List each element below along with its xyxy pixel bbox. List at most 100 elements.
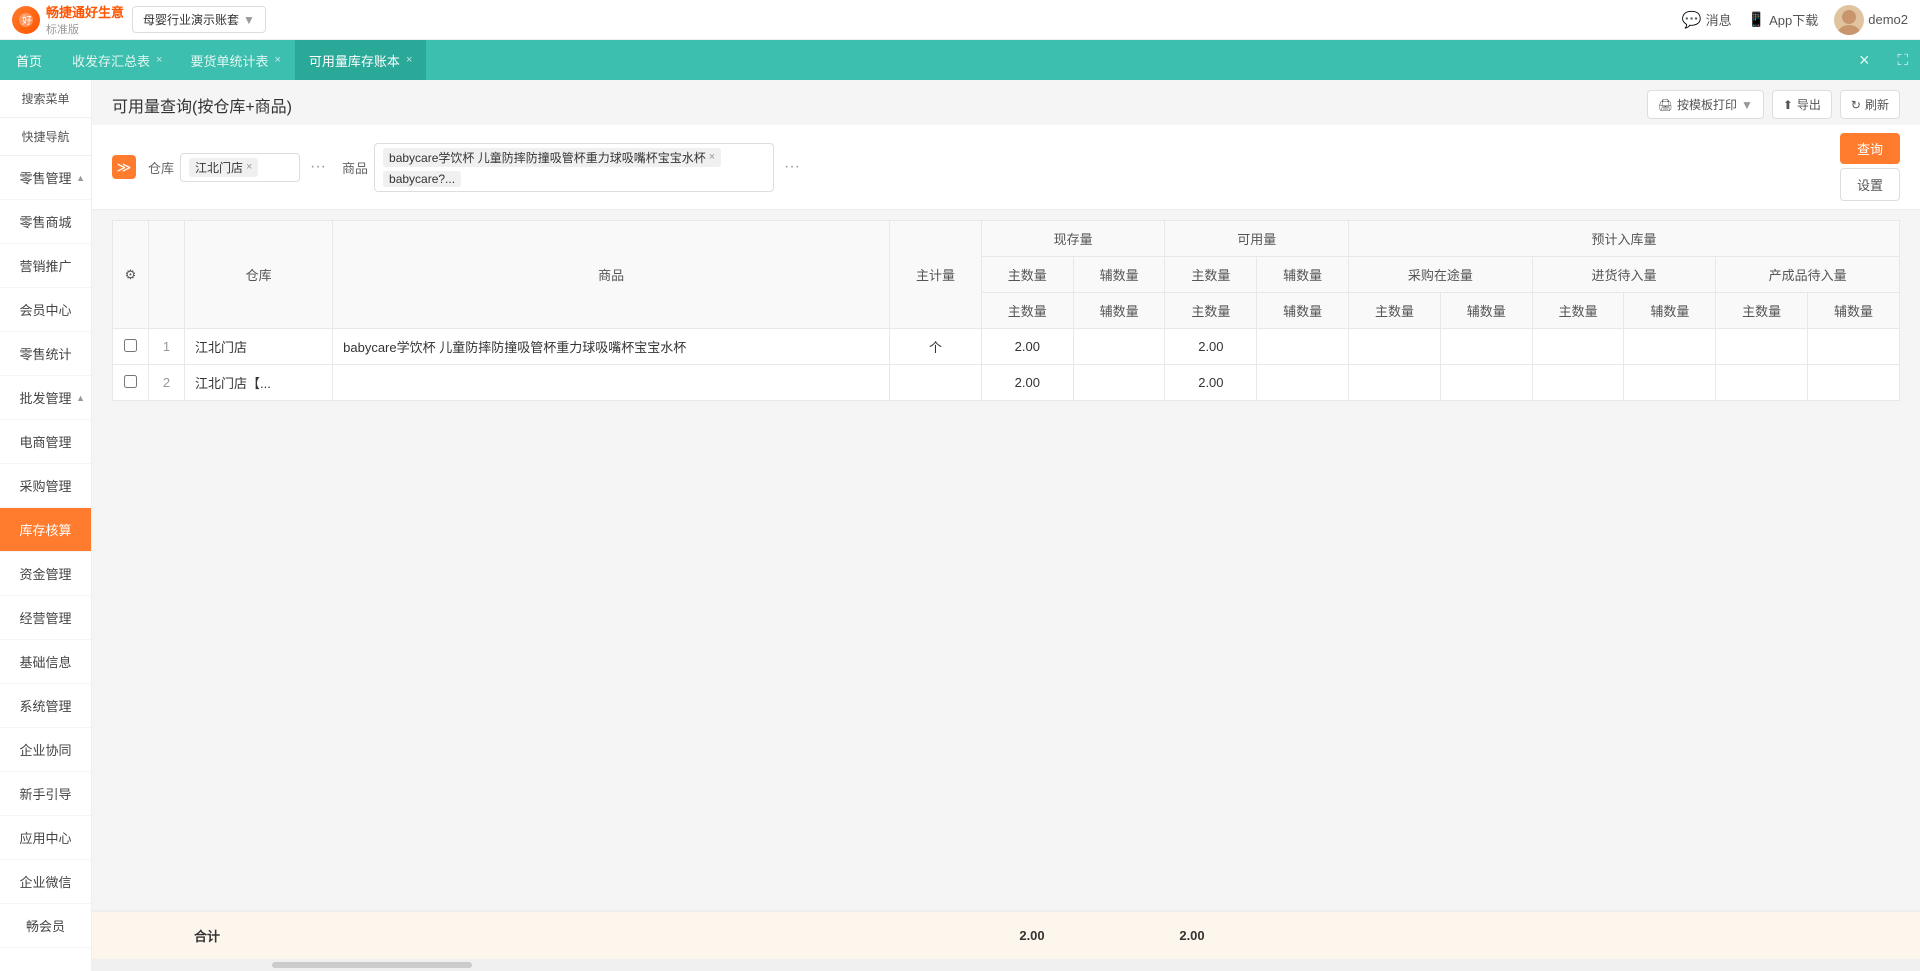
tab-keyongliang[interactable]: 可用量库存账本 × xyxy=(295,40,426,80)
export-label: 导出 xyxy=(1797,96,1821,113)
settings-filter-btn[interactable]: 设置 xyxy=(1840,168,1900,201)
print-btn[interactable]: 🖨 按模板打印 ▼ xyxy=(1647,90,1764,119)
warehouse-tag-value: 江北门店 xyxy=(195,159,243,176)
product-more[interactable]: ··· xyxy=(780,158,804,176)
sidebar-item-retail-mall[interactable]: 零售商城 xyxy=(0,200,91,244)
message-icon: 💬 xyxy=(1682,10,1702,30)
sidebar-item-newbie-label: 新手引导 xyxy=(19,787,71,802)
row1-pur-aux xyxy=(1440,329,1532,365)
sidebar-item-purchase[interactable]: 采购管理 xyxy=(0,464,91,508)
product-tags[interactable]: babycare学饮杯 儿童防摔防撞吸管杯重力球吸嘴杯宝宝水杯 × babyca… xyxy=(374,143,774,192)
row2-stock-aux xyxy=(1073,365,1165,401)
row1-checkbox[interactable] xyxy=(124,339,137,352)
table-footer: 合计 2.00 2.00 xyxy=(92,910,1920,959)
sidebar-item-system[interactable]: 系统管理 xyxy=(0,684,91,728)
filter-expand-btn[interactable]: ≫ xyxy=(112,155,136,179)
warehouse-tag: 江北门店 × xyxy=(189,158,258,177)
row2-avail-aux xyxy=(1257,365,1349,401)
industry-selector[interactable]: 母婴行业演示账套 ▼ xyxy=(132,6,266,33)
app-icon: 📱 xyxy=(1748,11,1765,28)
sidebar-quick-nav[interactable]: 快捷导航 xyxy=(0,118,91,156)
row1-fin-main xyxy=(1716,329,1808,365)
user-area[interactable]: demo2 xyxy=(1834,5,1908,35)
th-stock-aux2: 辅数量 xyxy=(1073,293,1165,329)
sidebar-item-apps[interactable]: 应用中心 xyxy=(0,816,91,860)
sidebar-item-wechat-work[interactable]: 企业微信 xyxy=(0,860,91,904)
refresh-icon: ↻ xyxy=(1851,98,1861,112)
warehouse-more[interactable]: ··· xyxy=(306,158,330,176)
sidebar-item-vip[interactable]: 畅会员 xyxy=(0,904,91,948)
top-bar-right: 💬 消息 📱 App下载 demo2 xyxy=(1682,5,1908,35)
sidebar-item-basic-info-label: 基础信息 xyxy=(19,655,71,670)
refresh-btn[interactable]: ↻ 刷新 xyxy=(1840,90,1900,119)
warehouse-tags[interactable]: 江北门店 × xyxy=(180,153,300,182)
app-download-btn[interactable]: 📱 App下载 xyxy=(1748,10,1819,29)
row1-warehouse: 江北门店 xyxy=(185,329,333,365)
product-tag-1-close[interactable]: × xyxy=(709,151,715,163)
sidebar-item-enterprise[interactable]: 企业协同 xyxy=(0,728,91,772)
sidebar-item-newbie[interactable]: 新手引导 xyxy=(0,772,91,816)
sidebar-item-retail-mgmt[interactable]: 零售管理 xyxy=(0,156,91,200)
message-label: 消息 xyxy=(1706,10,1732,29)
row2-check[interactable] xyxy=(113,365,149,401)
sidebar-item-operations-label: 经营管理 xyxy=(19,611,71,626)
row1-avail-aux xyxy=(1257,329,1349,365)
message-btn[interactable]: 💬 消息 xyxy=(1682,10,1732,30)
print-label: 按模板打印 xyxy=(1677,96,1737,113)
sidebar-search[interactable]: 搜索菜单 xyxy=(0,80,91,118)
query-btn[interactable]: 查询 xyxy=(1840,133,1900,164)
row2-avail-main: 2.00 xyxy=(1165,365,1257,401)
row1-num: 1 xyxy=(149,329,185,365)
filter-action-buttons: 查询 设置 xyxy=(1840,133,1900,201)
th-settings[interactable]: ⚙ xyxy=(113,221,149,329)
sidebar-item-finance[interactable]: 资金管理 xyxy=(0,552,91,596)
row1-stock-aux xyxy=(1073,329,1165,365)
sidebar-item-inventory-label: 库存核算 xyxy=(19,523,71,538)
sidebar: 搜索菜单 快捷导航 零售管理 零售商城 营销推广 会员中心 零售统计 批发管理 … xyxy=(0,80,92,971)
export-btn[interactable]: ⬆ 导出 xyxy=(1772,90,1832,119)
th-avail-aux: 辅数量 xyxy=(1257,257,1349,293)
sidebar-item-ecommerce[interactable]: 电商管理 xyxy=(0,420,91,464)
product-tag-2: babycare?... xyxy=(383,171,461,187)
logo-text: 畅捷通好生意 标准版 xyxy=(46,2,124,37)
horizontal-scrollbar[interactable] xyxy=(92,959,1920,971)
warehouse-tag-close[interactable]: × xyxy=(246,161,252,173)
row2-pur-main xyxy=(1349,365,1441,401)
warehouse-filter-label: 仓库 xyxy=(148,158,174,177)
tab-yaohuo[interactable]: 要货单统计表 × xyxy=(176,40,294,80)
tab-shoufacun-close[interactable]: × xyxy=(156,54,162,66)
sidebar-item-system-label: 系统管理 xyxy=(19,699,71,714)
sidebar-item-member[interactable]: 会员中心 xyxy=(0,288,91,332)
tab-yaohuo-close[interactable]: × xyxy=(274,54,280,66)
row2-num: 2 xyxy=(149,365,185,401)
product-tag-1: babycare学饮杯 儿童防摔防撞吸管杯重力球吸嘴杯宝宝水杯 × xyxy=(383,148,721,167)
svg-text:好: 好 xyxy=(22,15,32,27)
sidebar-item-basic-info[interactable]: 基础信息 xyxy=(0,640,91,684)
maximize-btn[interactable]: ⛶ xyxy=(1885,52,1920,69)
top-bar: 好 畅捷通好生意 标准版 母婴行业演示账套 ▼ 💬 消息 📱 App下载 dem… xyxy=(0,0,1920,40)
sidebar-item-wholesale-label: 批发管理 xyxy=(19,391,71,406)
th-stock-main: 主数量 xyxy=(981,257,1073,293)
tab-shoufacun[interactable]: 收发存汇总表 × xyxy=(58,40,176,80)
th-pin-aux: 辅数量 xyxy=(1624,293,1716,329)
tab-keyongliang-close[interactable]: × xyxy=(406,54,412,66)
product-filter-label: 商品 xyxy=(342,158,368,177)
summary-table: 合计 2.00 2.00 xyxy=(112,920,1900,951)
sidebar-item-purchase-label: 采购管理 xyxy=(19,479,71,494)
scroll-thumb[interactable] xyxy=(272,962,472,968)
row1-pur-main xyxy=(1349,329,1441,365)
sidebar-item-finance-label: 资金管理 xyxy=(19,567,71,582)
sidebar-item-wholesale[interactable]: 批发管理 xyxy=(0,376,91,420)
sidebar-item-inventory[interactable]: 库存核算 xyxy=(0,508,91,552)
row1-check[interactable] xyxy=(113,329,149,365)
sidebar-item-operations[interactable]: 经营管理 xyxy=(0,596,91,640)
product-tag-2-value: babycare?... xyxy=(389,172,455,186)
settings-icon: ⚙ xyxy=(125,267,137,282)
sidebar-item-retail-stats[interactable]: 零售统计 xyxy=(0,332,91,376)
tab-home[interactable]: 首页 xyxy=(0,40,58,80)
row2-pur-aux xyxy=(1440,365,1532,401)
row2-checkbox[interactable] xyxy=(124,375,137,388)
row1-stock-main: 2.00 xyxy=(981,329,1073,365)
sidebar-item-marketing[interactable]: 营销推广 xyxy=(0,244,91,288)
close-all-tabs[interactable]: × xyxy=(1843,50,1886,71)
